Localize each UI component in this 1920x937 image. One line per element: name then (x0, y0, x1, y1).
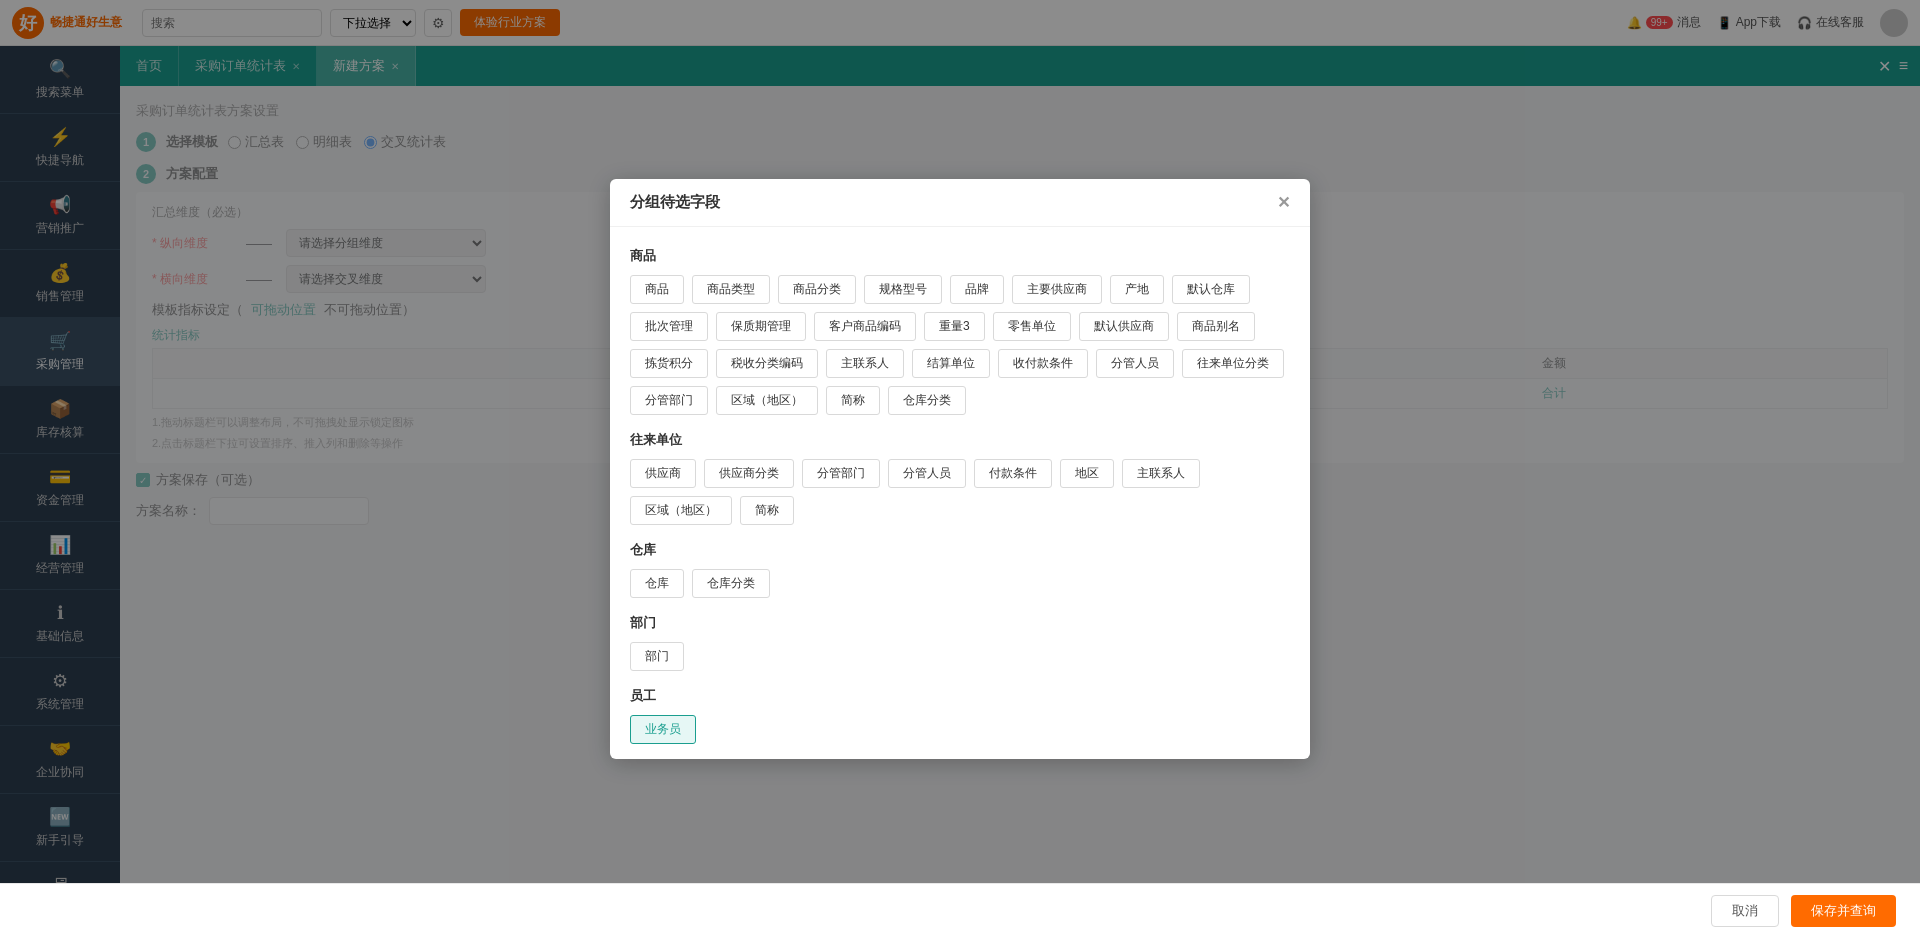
field-tag[interactable]: 区域（地区） (630, 496, 732, 525)
field-tag[interactable]: 税收分类编码 (716, 349, 818, 378)
field-tag[interactable]: 客户商品编码 (814, 312, 916, 341)
section-title-employee: 员工 (630, 687, 1290, 705)
field-tag[interactable]: 往来单位分类 (1182, 349, 1284, 378)
field-tag[interactable]: 简称 (740, 496, 794, 525)
field-tag[interactable]: 产地 (1110, 275, 1164, 304)
field-tag[interactable]: 供应商分类 (704, 459, 794, 488)
field-tag[interactable]: 分管人员 (1096, 349, 1174, 378)
field-tag[interactable]: 简称 (826, 386, 880, 415)
field-tag[interactable]: 部门 (630, 642, 684, 671)
field-tag[interactable]: 供应商 (630, 459, 696, 488)
field-tag[interactable]: 分管部门 (630, 386, 708, 415)
field-tag[interactable]: 商品 (630, 275, 684, 304)
field-tag[interactable]: 主要供应商 (1012, 275, 1102, 304)
modal-close-btn[interactable]: ✕ (1277, 193, 1290, 212)
modal-body: 商品 商品 商品类型 商品分类 规格型号 品牌 主要供应商 产地 默认仓库 批次… (610, 227, 1310, 759)
field-tag[interactable]: 分管人员 (888, 459, 966, 488)
fields-grid-warehouse: 仓库 仓库分类 (630, 569, 1290, 598)
field-tag[interactable]: 拣货积分 (630, 349, 708, 378)
field-tag[interactable]: 重量3 (924, 312, 985, 341)
fields-grid-dept: 部门 (630, 642, 1290, 671)
field-tag[interactable]: 主联系人 (1122, 459, 1200, 488)
field-tag[interactable]: 付款条件 (974, 459, 1052, 488)
field-tag[interactable]: 保质期管理 (716, 312, 806, 341)
field-tag[interactable]: 仓库分类 (888, 386, 966, 415)
field-tag[interactable]: 商品分类 (778, 275, 856, 304)
field-tag[interactable]: 区域（地区） (716, 386, 818, 415)
field-tag[interactable]: 品牌 (950, 275, 1004, 304)
field-tag[interactable]: 默认供应商 (1079, 312, 1169, 341)
field-tag[interactable]: 零售单位 (993, 312, 1071, 341)
field-tag[interactable]: 商品别名 (1177, 312, 1255, 341)
modal-header: 分组待选字段 ✕ (610, 179, 1310, 227)
field-tag[interactable]: 默认仓库 (1172, 275, 1250, 304)
field-tag[interactable]: 结算单位 (912, 349, 990, 378)
modal-footer-bar: 取消 保存并查询 (0, 883, 1920, 937)
section-title-partner: 往来单位 (630, 431, 1290, 449)
section-title-dept: 部门 (630, 614, 1290, 632)
modal-overlay: 分组待选字段 ✕ 商品 商品 商品类型 商品分类 规格型号 品牌 主要供应商 产… (0, 0, 1920, 937)
field-tag[interactable]: 仓库分类 (692, 569, 770, 598)
fields-grid-employee: 业务员 (630, 715, 1290, 744)
save-button[interactable]: 保存并查询 (1791, 895, 1896, 927)
field-tag[interactable]: 仓库 (630, 569, 684, 598)
field-tag[interactable]: 收付款条件 (998, 349, 1088, 378)
field-tag[interactable]: 批次管理 (630, 312, 708, 341)
field-tag[interactable]: 分管部门 (802, 459, 880, 488)
fields-grid-partner: 供应商 供应商分类 分管部门 分管人员 付款条件 地区 主联系人 区域（地区） … (630, 459, 1290, 525)
field-tag[interactable]: 商品类型 (692, 275, 770, 304)
section-title-warehouse: 仓库 (630, 541, 1290, 559)
section-title-goods: 商品 (630, 247, 1290, 265)
field-tag[interactable]: 地区 (1060, 459, 1114, 488)
modal-title: 分组待选字段 (630, 193, 720, 212)
cancel-button[interactable]: 取消 (1711, 895, 1779, 927)
field-select-modal: 分组待选字段 ✕ 商品 商品 商品类型 商品分类 规格型号 品牌 主要供应商 产… (610, 179, 1310, 759)
field-tag-salesperson[interactable]: 业务员 (630, 715, 696, 744)
fields-grid-goods: 商品 商品类型 商品分类 规格型号 品牌 主要供应商 产地 默认仓库 批次管理 … (630, 275, 1290, 415)
field-tag[interactable]: 规格型号 (864, 275, 942, 304)
field-tag[interactable]: 主联系人 (826, 349, 904, 378)
